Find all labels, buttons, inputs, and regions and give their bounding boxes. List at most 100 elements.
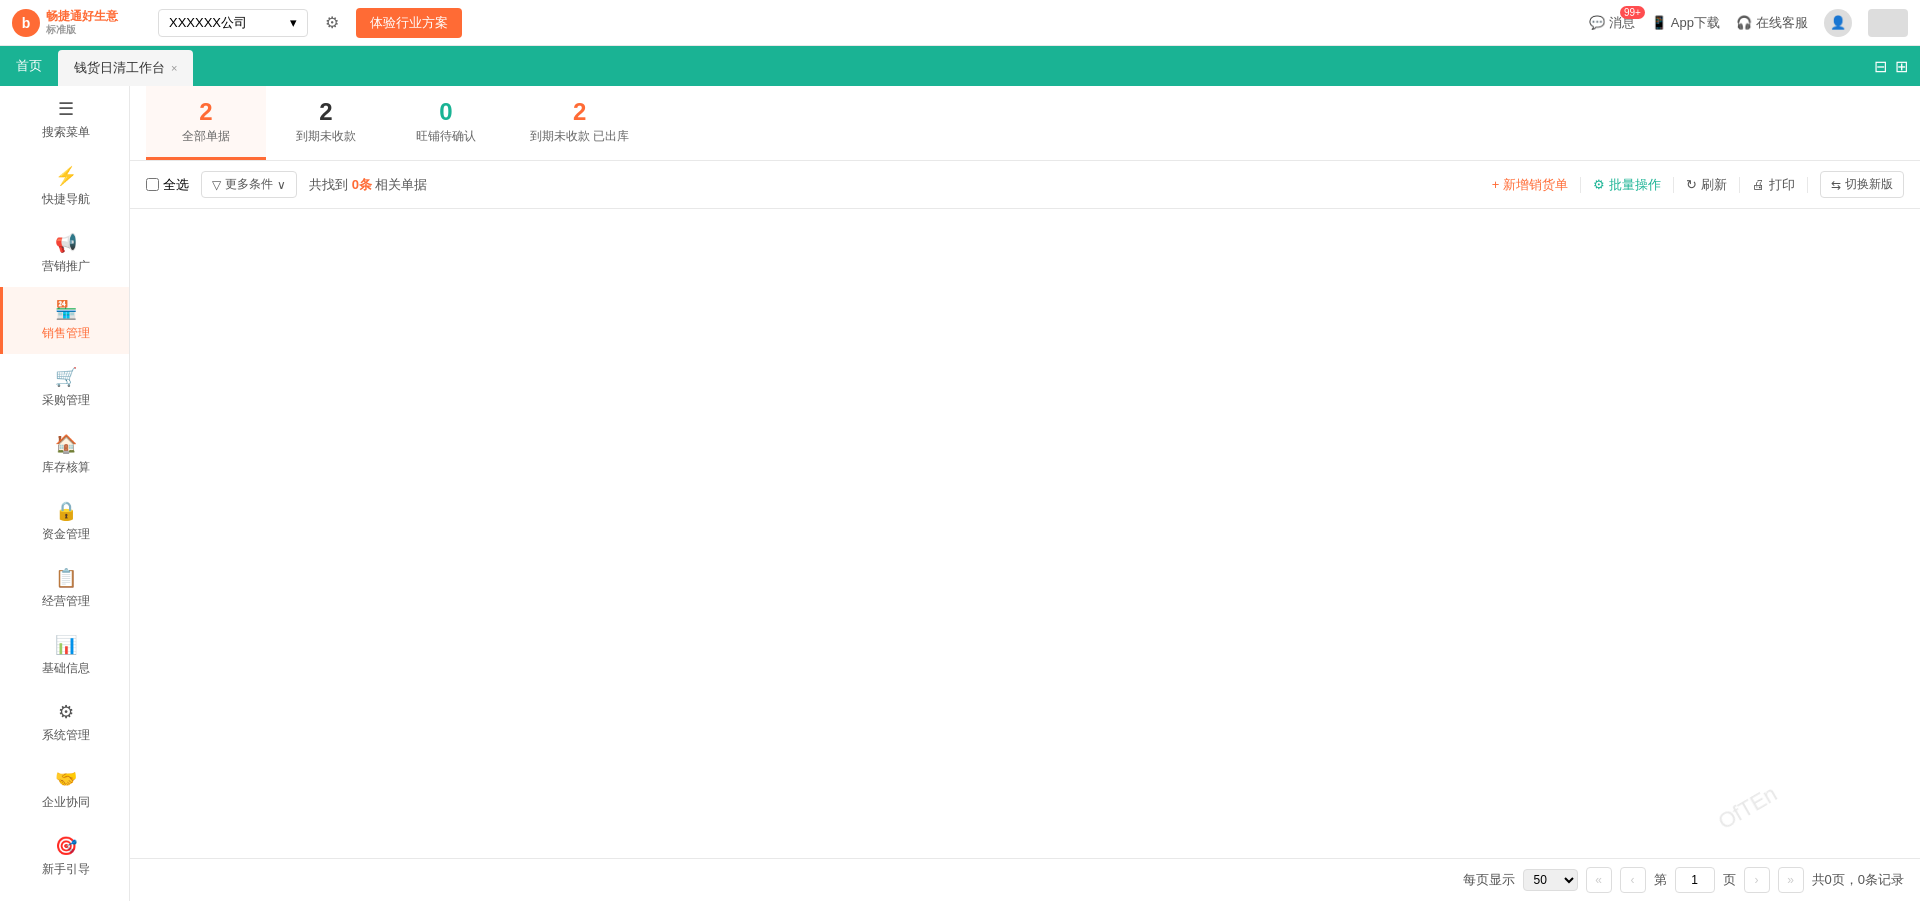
message-action[interactable]: 💬 消息 99+ bbox=[1589, 14, 1635, 32]
stat-num-wangpu: 0 bbox=[439, 98, 452, 126]
divider-2 bbox=[1673, 177, 1674, 193]
sidebar-label-operations: 经营管理 bbox=[42, 593, 90, 610]
tab-active-label: 钱货日清工作台 bbox=[74, 59, 165, 77]
sidebar-item-app-center[interactable]: 📦 应用中心 bbox=[0, 890, 129, 901]
stat-tab-wangpu[interactable]: 0 旺铺待确认 bbox=[386, 86, 506, 160]
sidebar-label-search-menu: 搜索菜单 bbox=[42, 124, 90, 141]
switch-button[interactable]: ⇆ 切换新版 bbox=[1820, 171, 1904, 198]
print-button[interactable]: 🖨 打印 bbox=[1752, 176, 1795, 194]
sidebar-label-guide: 新手引导 bbox=[42, 861, 90, 878]
tab-home[interactable]: 首页 bbox=[0, 46, 58, 86]
print-icon: 🖨 bbox=[1752, 177, 1765, 192]
guide-icon: 🎯 bbox=[55, 835, 77, 857]
logo-area: b 畅捷通好生意 标准版 bbox=[12, 9, 142, 37]
tab-active[interactable]: 钱货日清工作台 × bbox=[58, 50, 193, 86]
sidebar-item-search-menu[interactable]: ☰ 搜索菜单 bbox=[0, 86, 129, 153]
stat-tab-all[interactable]: 2 全部单据 bbox=[146, 86, 266, 160]
sidebar-item-inventory[interactable]: 🏠 库存核算 bbox=[0, 421, 129, 488]
new-sales-button[interactable]: + 新增销货单 bbox=[1492, 176, 1568, 194]
refresh-button[interactable]: ↻ 刷新 bbox=[1686, 176, 1727, 194]
sidebar-label-finance: 资金管理 bbox=[42, 526, 90, 543]
sidebar-item-sales[interactable]: 🏪 销售管理 bbox=[0, 287, 129, 354]
sidebar-item-operations[interactable]: 📋 经营管理 bbox=[0, 555, 129, 622]
stat-label-wangpu: 旺铺待确认 bbox=[416, 128, 476, 145]
company-name: XXXXXX公司 bbox=[169, 14, 247, 32]
sidebar-item-quick-nav[interactable]: ⚡ 快捷导航 bbox=[0, 153, 129, 220]
download-icon: 📱 bbox=[1651, 15, 1667, 30]
page-suffix: 页 bbox=[1723, 871, 1736, 889]
stat-tab-overdue[interactable]: 2 到期未收款 bbox=[266, 86, 386, 160]
batch-icon: ⚙ bbox=[1593, 177, 1605, 192]
sales-icon: 🏪 bbox=[55, 299, 77, 321]
app-download-label: App下载 bbox=[1671, 14, 1720, 32]
sidebar: ☰ 搜索菜单 ⚡ 快捷导航 📢 营销推广 🏪 销售管理 🛒 采购管理 🏠 库存核… bbox=[0, 86, 130, 901]
filter-button[interactable]: ▽ 更多条件 ∨ bbox=[201, 171, 297, 198]
operations-icon: 📋 bbox=[55, 567, 77, 589]
sidebar-item-enterprise[interactable]: 🤝 企业协同 bbox=[0, 756, 129, 823]
divider-4 bbox=[1807, 177, 1808, 193]
sidebar-label-enterprise: 企业协同 bbox=[42, 794, 90, 811]
table-area bbox=[130, 209, 1920, 858]
toolbar: 全选 ▽ 更多条件 ∨ 共找到 0条 相关单据 + 新增销货单 ⚙ 批量操作 bbox=[130, 161, 1920, 209]
logo-text: 畅捷通好生意 标准版 bbox=[46, 9, 118, 35]
found-count: 0条 bbox=[352, 177, 372, 192]
stat-label-all: 全部单据 bbox=[182, 128, 230, 145]
stats-tabs: 2 全部单据 2 到期未收款 0 旺铺待确认 2 到期未收款 已出库 bbox=[130, 86, 1920, 161]
last-page-button[interactable]: » bbox=[1778, 867, 1804, 893]
stat-num-all: 2 bbox=[199, 98, 212, 126]
tab-close-icon[interactable]: × bbox=[171, 62, 177, 74]
batch-label: 批量操作 bbox=[1609, 176, 1661, 194]
quick-nav-icon: ⚡ bbox=[55, 165, 77, 187]
trial-button[interactable]: 体验行业方案 bbox=[356, 8, 462, 38]
stat-num-overdue: 2 bbox=[319, 98, 332, 126]
toolbar-right: + 新增销货单 ⚙ 批量操作 ↻ 刷新 🖨 打印 ⇆ bbox=[1492, 171, 1904, 198]
per-page-select[interactable]: 50 10 20 100 bbox=[1523, 869, 1578, 891]
sidebar-item-finance[interactable]: 🔒 资金管理 bbox=[0, 488, 129, 555]
print-label: 打印 bbox=[1769, 176, 1795, 194]
stat-label-overdue: 到期未收款 bbox=[296, 128, 356, 145]
search-menu-icon: ☰ bbox=[58, 98, 74, 120]
company-selector[interactable]: XXXXXX公司 ▾ bbox=[158, 9, 308, 37]
settings-button[interactable]: ⚙ bbox=[316, 7, 348, 39]
switch-label: 切换新版 bbox=[1845, 176, 1893, 193]
avatar[interactable]: 👤 bbox=[1824, 9, 1852, 37]
filter-label: 更多条件 bbox=[225, 176, 273, 193]
app-download-action[interactable]: 📱 App下载 bbox=[1651, 14, 1720, 32]
select-all-checkbox[interactable]: 全选 bbox=[146, 176, 189, 194]
basic-info-icon: 📊 bbox=[55, 634, 77, 656]
sidebar-label-inventory: 库存核算 bbox=[42, 459, 90, 476]
batch-button[interactable]: ⚙ 批量操作 bbox=[1593, 176, 1661, 194]
page-input[interactable] bbox=[1675, 867, 1715, 893]
sidebar-item-marketing[interactable]: 📢 营销推广 bbox=[0, 220, 129, 287]
stat-tab-overdue-out[interactable]: 2 到期未收款 已出库 bbox=[506, 86, 653, 160]
sidebar-item-system[interactable]: ⚙ 系统管理 bbox=[0, 689, 129, 756]
prev-page-button[interactable]: ‹ bbox=[1620, 867, 1646, 893]
sidebar-label-purchase: 采购管理 bbox=[42, 392, 90, 409]
online-service-action[interactable]: 🎧 在线客服 bbox=[1736, 14, 1808, 32]
select-all-input[interactable] bbox=[146, 178, 159, 191]
sidebar-item-purchase[interactable]: 🛒 采购管理 bbox=[0, 354, 129, 421]
main-layout: ☰ 搜索菜单 ⚡ 快捷导航 📢 营销推广 🏪 销售管理 🛒 采购管理 🏠 库存核… bbox=[0, 86, 1920, 901]
found-suffix: 相关单据 bbox=[375, 177, 427, 192]
inventory-icon: 🏠 bbox=[55, 433, 77, 455]
top-header: b 畅捷通好生意 标准版 XXXXXX公司 ▾ ⚙ 体验行业方案 💬 消息 99… bbox=[0, 0, 1920, 46]
message-icon: 💬 bbox=[1589, 15, 1605, 30]
stat-num-overdue-out: 2 bbox=[573, 98, 586, 126]
message-badge: 99+ bbox=[1620, 6, 1645, 19]
sidebar-item-guide[interactable]: 🎯 新手引导 bbox=[0, 823, 129, 890]
sidebar-item-basic-info[interactable]: 📊 基础信息 bbox=[0, 622, 129, 689]
first-page-button[interactable]: « bbox=[1586, 867, 1612, 893]
next-page-button[interactable]: › bbox=[1744, 867, 1770, 893]
stat-label-overdue-out: 到期未收款 已出库 bbox=[530, 128, 629, 145]
tab-minimize-button[interactable]: ⊟ bbox=[1874, 57, 1887, 76]
avatar-icon: 👤 bbox=[1830, 15, 1846, 30]
pagination: 每页显示 50 10 20 100 « ‹ 第 页 › » 共0页，0条记录 bbox=[130, 858, 1920, 901]
logo-main: 畅捷通好生意 bbox=[46, 9, 118, 23]
sidebar-label-sales: 销售管理 bbox=[42, 325, 90, 342]
user-menu[interactable] bbox=[1868, 9, 1908, 37]
total-info: 共0页，0条记录 bbox=[1812, 871, 1904, 889]
purchase-icon: 🛒 bbox=[55, 366, 77, 388]
tab-maximize-button[interactable]: ⊞ bbox=[1895, 57, 1908, 76]
refresh-label: 刷新 bbox=[1701, 176, 1727, 194]
service-icon: 🎧 bbox=[1736, 15, 1752, 30]
